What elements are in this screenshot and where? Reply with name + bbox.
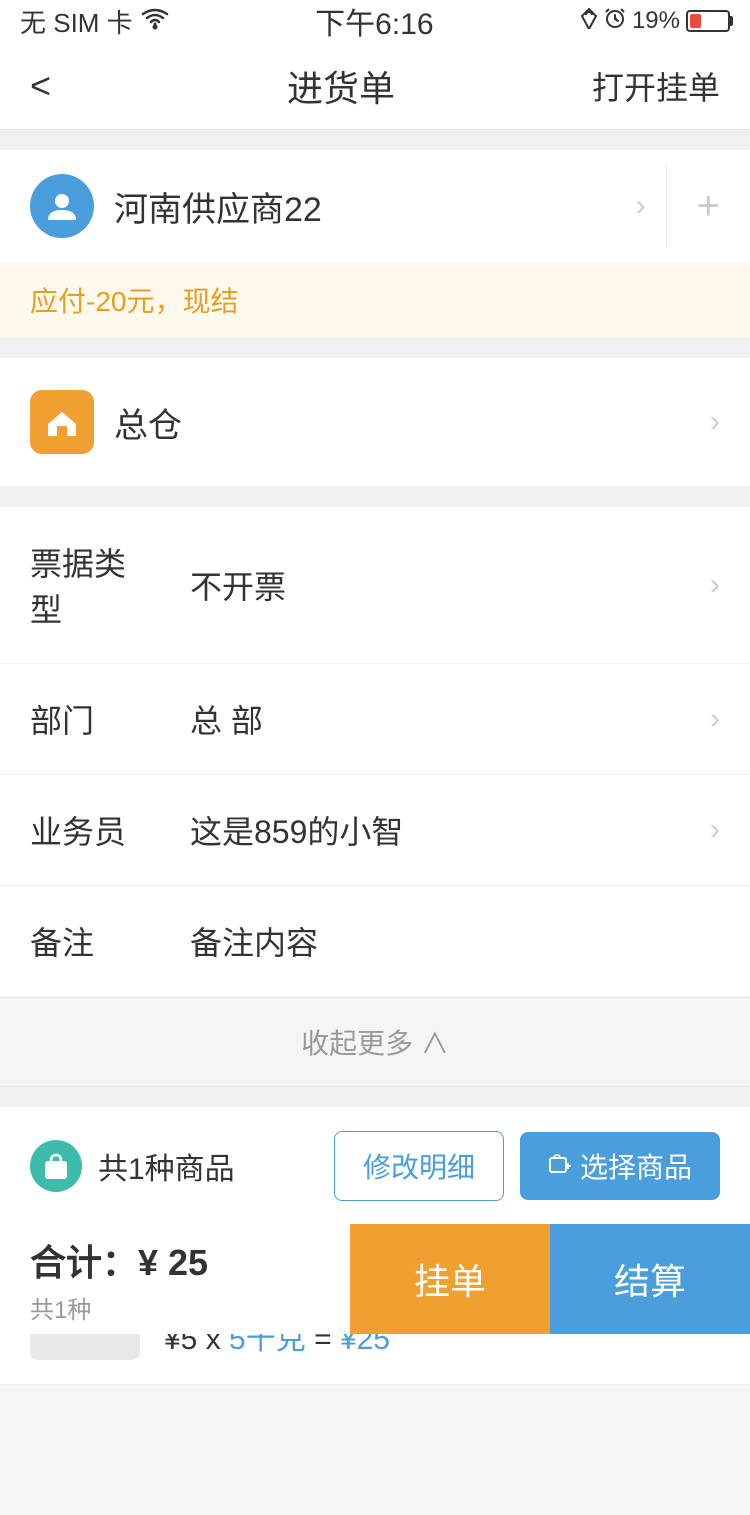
bottom-summary: 合计：¥ 25 共1种: [0, 1224, 350, 1334]
total-count: 共1种: [30, 1290, 320, 1325]
back-button[interactable]: <: [30, 65, 90, 107]
invoice-chevron-icon: ›: [710, 568, 720, 602]
status-left: 无 SIM 卡: [20, 3, 169, 40]
select-product-label: 选择商品: [580, 1146, 692, 1186]
warehouse-icon: [30, 390, 94, 454]
salesperson-row[interactable]: 业务员 这是859的小智 ›: [0, 775, 750, 886]
carrier-label: 无 SIM 卡: [20, 3, 133, 40]
salesperson-chevron-icon: ›: [710, 813, 720, 847]
remark-label: 备注: [30, 918, 150, 964]
add-supplier-button[interactable]: +: [687, 150, 720, 262]
salesperson-value: 这是859的小智: [150, 807, 700, 853]
alarm-icon: [604, 7, 626, 36]
invoice-type-label: 票据类型: [30, 539, 150, 631]
supplier-chevron-icon: ›: [636, 189, 646, 223]
nav-bar: < 进货单 打开挂单: [0, 42, 750, 130]
hang-button[interactable]: 挂单: [350, 1224, 550, 1334]
products-bag-icon: [30, 1140, 82, 1192]
section-gap-3: [0, 487, 750, 507]
section-gap-4: [0, 1087, 750, 1107]
products-count-label: 共1种商品: [98, 1144, 334, 1188]
section-gap-2: [0, 338, 750, 358]
collapse-bar[interactable]: 收起更多 ∧: [0, 997, 750, 1087]
invoice-type-value: 不开票: [150, 562, 700, 608]
total-amount: 合计：¥ 25: [30, 1234, 320, 1286]
status-time: 下午6:16: [315, 0, 433, 43]
bottom-spacer: [0, 1385, 750, 1515]
remark-input[interactable]: 备注内容: [150, 918, 690, 964]
select-product-icon: [548, 1154, 572, 1178]
page-title: 进货单: [287, 60, 395, 112]
department-value: 总 部: [150, 696, 700, 742]
select-product-button[interactable]: 选择商品: [520, 1132, 720, 1200]
supplier-section: 河南供应商22 › +: [0, 150, 750, 262]
department-label: 部门: [30, 696, 150, 742]
notice-bar: 应付-20元，现结: [0, 262, 750, 338]
salesperson-label: 业务员: [30, 807, 150, 853]
status-bar: 无 SIM 卡 下午6:16 19%: [0, 0, 750, 42]
department-chevron-icon: ›: [710, 702, 720, 736]
battery-icon: [686, 10, 730, 32]
section-gap-1: [0, 130, 750, 150]
remark-row[interactable]: 备注 备注内容 ›: [0, 886, 750, 997]
warehouse-selector[interactable]: 总仓 ›: [0, 358, 750, 487]
warehouse-chevron-icon: ›: [710, 405, 720, 439]
supplier-selector[interactable]: 河南供应商22 ›: [30, 150, 646, 262]
battery-percent: 19%: [632, 7, 680, 35]
warehouse-name: 总仓: [114, 398, 700, 447]
supplier-avatar: [30, 174, 94, 238]
status-right: 19%: [580, 7, 730, 36]
invoice-type-row[interactable]: 票据类型 不开票 ›: [0, 507, 750, 664]
supplier-divider: [666, 165, 667, 247]
edit-detail-button[interactable]: 修改明细: [334, 1131, 504, 1201]
bottom-bar: 合计：¥ 25 共1种 挂单 结算: [0, 1224, 750, 1334]
products-header: 共1种商品 修改明细 选择商品: [0, 1107, 750, 1226]
location-icon: [580, 7, 598, 36]
open-hang-button[interactable]: 打开挂单: [592, 63, 720, 109]
supplier-name: 河南供应商22: [114, 182, 626, 231]
checkout-button[interactable]: 结算: [550, 1224, 750, 1334]
department-row[interactable]: 部门 总 部 ›: [0, 664, 750, 775]
wifi-icon: [141, 6, 169, 37]
